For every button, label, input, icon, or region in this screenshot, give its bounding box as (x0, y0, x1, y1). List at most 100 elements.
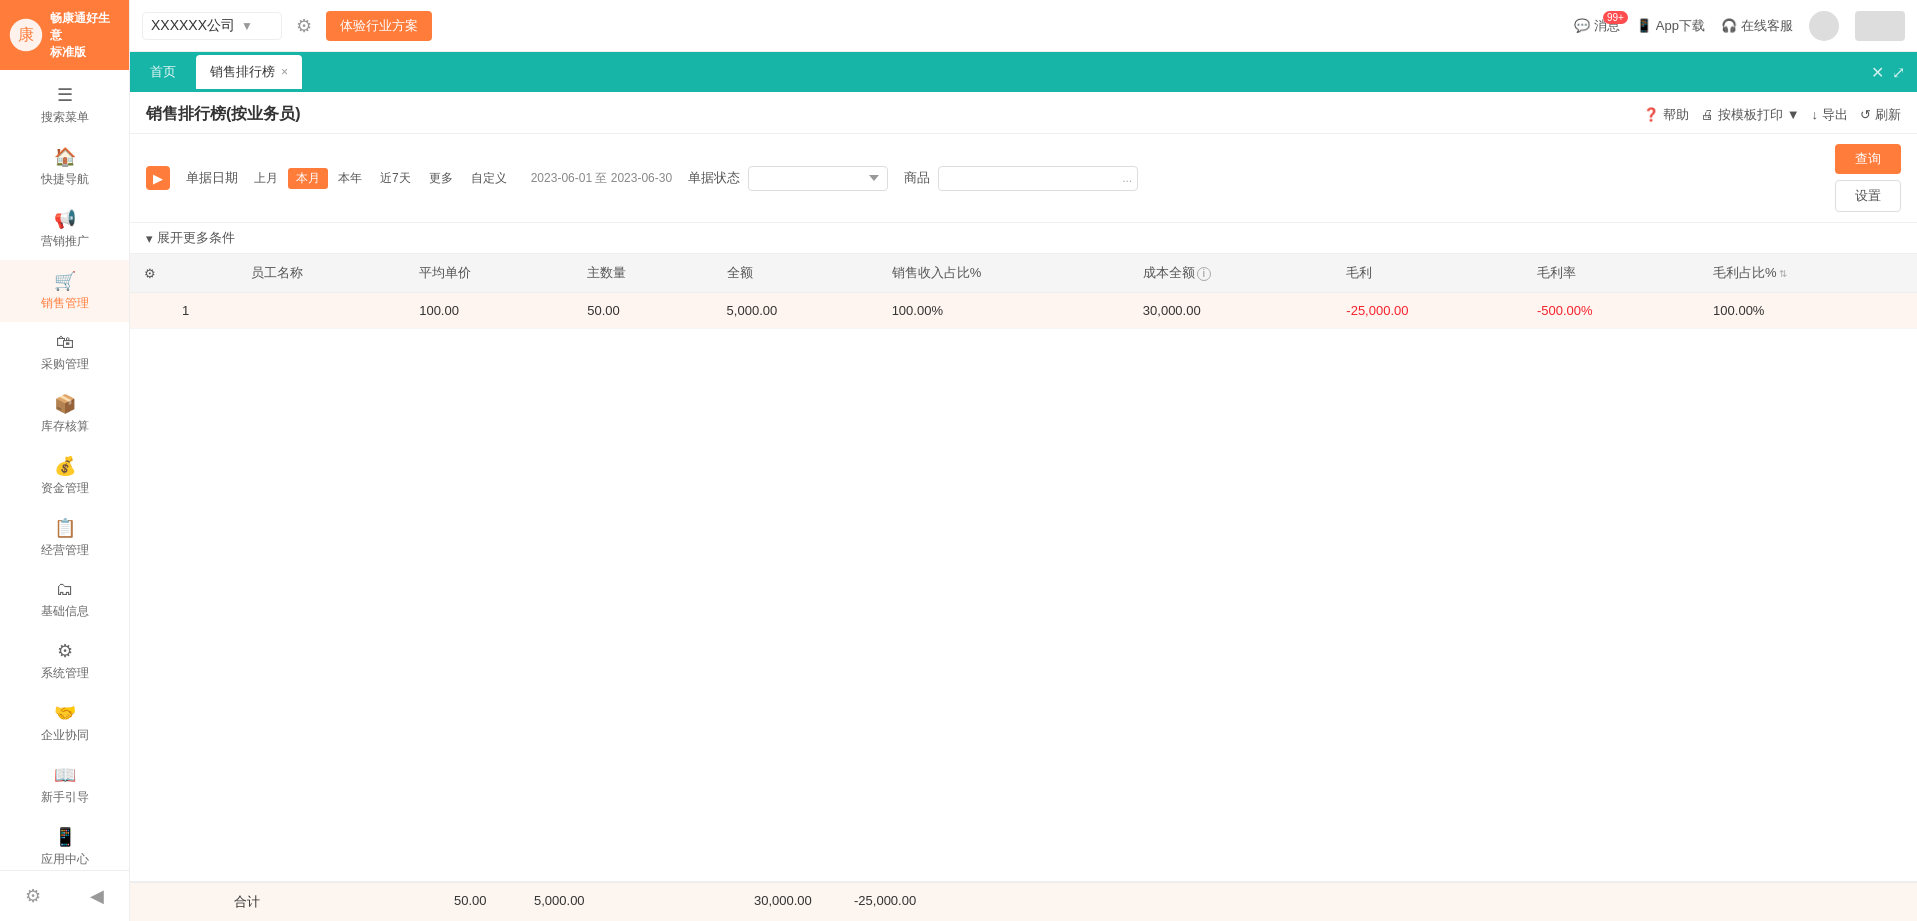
system-icon: ⚙ (57, 640, 73, 662)
user-avatar[interactable] (1809, 11, 1839, 41)
export-icon: ↓ (1812, 107, 1819, 122)
app-download-btn[interactable]: 📱 App下载 (1636, 17, 1705, 35)
apps-icon: 📱 (54, 826, 76, 848)
basic-icon: 🗂 (56, 579, 74, 600)
col-gross: 毛利 (1334, 254, 1525, 293)
filter-expand-arrow[interactable]: ▶ (146, 166, 170, 190)
sidebar-item-apps[interactable]: 📱 应用中心 (0, 816, 129, 870)
sidebar-item-guide-label: 新手引导 (41, 789, 89, 806)
tab-restore-btn[interactable]: ⤢ (1892, 63, 1905, 82)
message-icon: 💬 (1574, 18, 1590, 33)
message-btn[interactable]: 💬 消息 99+ (1574, 17, 1620, 35)
table-header-row: ⚙ 员工名称 平均单价 主数量 全额 销售收入占比% 成本全额i 毛利 (130, 254, 1917, 293)
tab-close-all-btn[interactable]: ✕ (1871, 63, 1884, 82)
company-dropdown-arrow: ▼ (241, 19, 253, 33)
company-selector[interactable]: XXXXXX公司 ▼ (142, 12, 282, 40)
sidebar-item-operations-label: 经营管理 (41, 542, 89, 559)
sidebar-item-purchase-label: 采购管理 (41, 356, 89, 373)
goods-more-btn[interactable]: ... (1122, 171, 1132, 185)
tab-close-btn[interactable]: × (281, 65, 288, 79)
topbar: XXXXXX公司 ▼ ⚙ 体验行业方案 💬 消息 99+ 📱 App下载 🎧 在… (130, 0, 1917, 52)
sidebar-item-quick-nav[interactable]: 🏠 快捷导航 (0, 136, 129, 198)
template-print-btn[interactable]: 🖨 按模板打印 ▼ (1701, 106, 1800, 124)
date-pill-last-month[interactable]: 上月 (246, 168, 286, 189)
tab-sales-ranking-label: 销售排行榜 (210, 63, 275, 81)
sidebar-item-guide[interactable]: 📖 新手引导 (0, 754, 129, 816)
help-btn[interactable]: ❓ 帮助 (1643, 106, 1689, 124)
date-pill-custom[interactable]: 自定义 (463, 168, 515, 189)
goods-filter-input[interactable] (938, 166, 1138, 191)
sidebar-collapse-btn[interactable]: ◀ (82, 881, 112, 911)
sidebar-item-finance[interactable]: 💰 资金管理 (0, 445, 129, 507)
sidebar-item-marketing-label: 营销推广 (41, 233, 89, 250)
table-footer: 合计 50.00 5,000.00 30,000.00 -25,000.00 (130, 881, 1917, 921)
topbar-settings-icon[interactable]: ⚙ (292, 11, 316, 41)
online-service-label: 在线客服 (1741, 17, 1793, 35)
sidebar-item-system[interactable]: ⚙ 系统管理 (0, 630, 129, 692)
cell-employee-name (239, 293, 407, 329)
sidebar-item-marketing[interactable]: 📢 营销推广 (0, 198, 129, 260)
date-pills: 上月 本月 本年 近7天 更多 自定义 (246, 168, 515, 189)
date-pill-7days[interactable]: 近7天 (372, 168, 419, 189)
sidebar-item-operations[interactable]: 📋 经营管理 (0, 507, 129, 569)
filter-area: ▶ 单据日期 上月 本月 本年 近7天 更多 自定义 2023-06-01 至 … (130, 134, 1917, 223)
topbar-right: 💬 消息 99+ 📱 App下载 🎧 在线客服 (1574, 11, 1905, 41)
tabbar: 首页 销售排行榜 × ✕ ⤢ (130, 52, 1917, 92)
marketing-icon: 📢 (54, 208, 76, 230)
status-filter-label: 单据状态 (688, 169, 740, 187)
footer-amount: 5,000.00 (522, 893, 622, 911)
user-name-area[interactable] (1855, 11, 1905, 41)
col-gross-pct: 毛利占比%⇅ (1701, 254, 1917, 293)
expand-more-filters-btn[interactable]: ▾ 展开更多条件 (146, 229, 235, 247)
cell-cost: 30,000.00 (1131, 293, 1335, 329)
status-filter-select[interactable] (748, 166, 888, 191)
sidebar: 康 畅康通好生意 标准版 ☰ 搜索菜单 🏠 快捷导航 📢 营销推广 🛒 销售管理… (0, 0, 130, 921)
sidebar-item-collab-label: 企业协同 (41, 727, 89, 744)
content-area: 销售排行榜(按业务员) ❓ 帮助 🖨 按模板打印 ▼ ↓ 导出 ↺ 刷新 (130, 92, 1917, 921)
date-pill-more[interactable]: 更多 (421, 168, 461, 189)
date-pill-this-year[interactable]: 本年 (330, 168, 370, 189)
cost-info-icon[interactable]: i (1197, 267, 1211, 281)
finance-icon: 💰 (54, 455, 76, 477)
sidebar-item-inventory[interactable]: 📦 库存核算 (0, 383, 129, 445)
tab-home[interactable]: 首页 (134, 55, 192, 89)
online-service-btn[interactable]: 🎧 在线客服 (1721, 17, 1793, 35)
cell-gross: -25,000.00 (1334, 293, 1525, 329)
col-settings[interactable]: ⚙ (130, 254, 170, 293)
trial-button[interactable]: 体验行业方案 (326, 11, 432, 41)
query-button[interactable]: 查询 (1835, 144, 1901, 174)
footer-main-qty: 50.00 (442, 893, 522, 911)
message-badge: 99+ (1603, 11, 1628, 24)
col-cost: 成本全额i (1131, 254, 1335, 293)
sidebar-item-collab[interactable]: 🤝 企业协同 (0, 692, 129, 754)
sidebar-item-sales[interactable]: 🛒 销售管理 (0, 260, 129, 322)
refresh-icon: ↺ (1860, 107, 1871, 122)
help-label: 帮助 (1663, 106, 1689, 124)
sidebar-item-basic[interactable]: 🗂 基础信息 (0, 569, 129, 630)
gross-pct-sort-icon[interactable]: ⇅ (1779, 268, 1787, 279)
cell-gross-pct: 100.00% (1701, 293, 1917, 329)
tab-sales-ranking[interactable]: 销售排行榜 × (196, 55, 302, 89)
logo-icon: 康 (8, 17, 44, 53)
page-actions: ❓ 帮助 🖨 按模板打印 ▼ ↓ 导出 ↺ 刷新 (1643, 106, 1901, 124)
sidebar-item-purchase[interactable]: 🛍 采购管理 (0, 322, 129, 383)
export-btn[interactable]: ↓ 导出 (1812, 106, 1849, 124)
print-dropdown-arrow: ▼ (1787, 107, 1800, 122)
search-menu-icon: ☰ (57, 84, 73, 106)
cell-main-qty: 50.00 (575, 293, 714, 329)
template-print-label: 按模板打印 (1718, 106, 1783, 124)
footer-sales-pct (622, 893, 742, 911)
sidebar-settings-btn[interactable]: ⚙ (17, 881, 49, 911)
col-employee-name: 员工名称 (239, 254, 407, 293)
sidebar-item-quick-nav-label: 快捷导航 (41, 171, 89, 188)
company-name: XXXXXX公司 (151, 17, 235, 35)
refresh-btn[interactable]: ↺ 刷新 (1860, 106, 1901, 124)
cell-gross-rate: -500.00% (1525, 293, 1701, 329)
home-icon: 🏠 (54, 146, 76, 168)
col-rank (170, 254, 239, 293)
settings-button[interactable]: 设置 (1835, 180, 1901, 212)
footer-gross: -25,000.00 (842, 893, 942, 911)
date-pill-this-month[interactable]: 本月 (288, 168, 328, 189)
sidebar-item-search[interactable]: ☰ 搜索菜单 (0, 74, 129, 136)
status-filter-group: 单据状态 (688, 166, 888, 191)
